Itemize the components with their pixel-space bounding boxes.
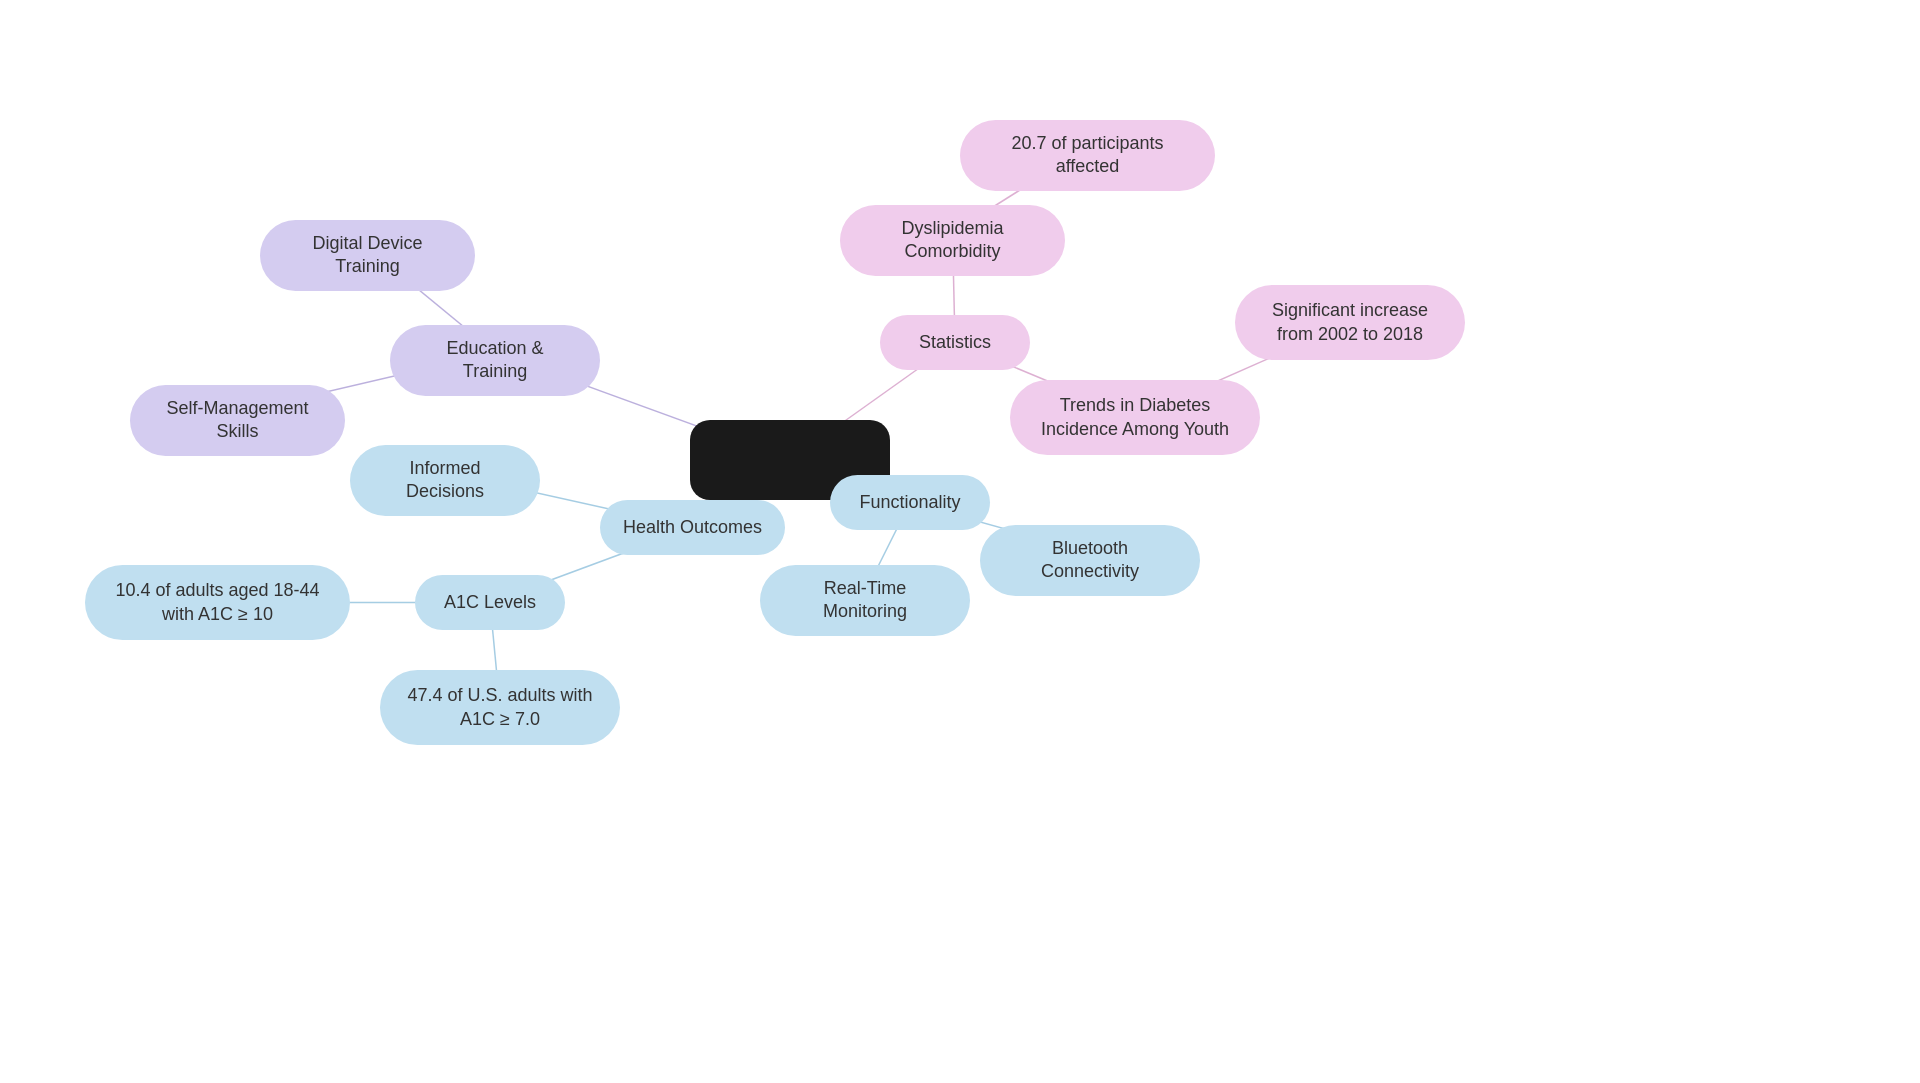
digital-node: Digital Device Training [260,220,475,291]
dyslipidemia-node: Dyslipidemia Comorbidity [840,205,1065,276]
significant-node: Significant increase from 2002 to 2018 [1235,285,1465,360]
a1c_us-node: 47.4 of U.S. adults with A1C ≥ 7.0 [380,670,620,745]
education-node: Education & Training [390,325,600,396]
realtime-node: Real-Time Monitoring [760,565,970,636]
informed-node: Informed Decisions [350,445,540,516]
statistics-node: Statistics [880,315,1030,370]
a1c_adults-node: 10.4 of adults aged 18-44 with A1C ≥ 10 [85,565,350,640]
participants-node: 20.7 of participants affected [960,120,1215,191]
selfmgmt-node: Self-Management Skills [130,385,345,456]
bluetooth-node: Bluetooth Connectivity [980,525,1200,596]
a1c-node: A1C Levels [415,575,565,630]
functionality-node: Functionality [830,475,990,530]
trends-node: Trends in Diabetes Incidence Among Youth [1010,380,1260,455]
health-node: Health Outcomes [600,500,785,555]
